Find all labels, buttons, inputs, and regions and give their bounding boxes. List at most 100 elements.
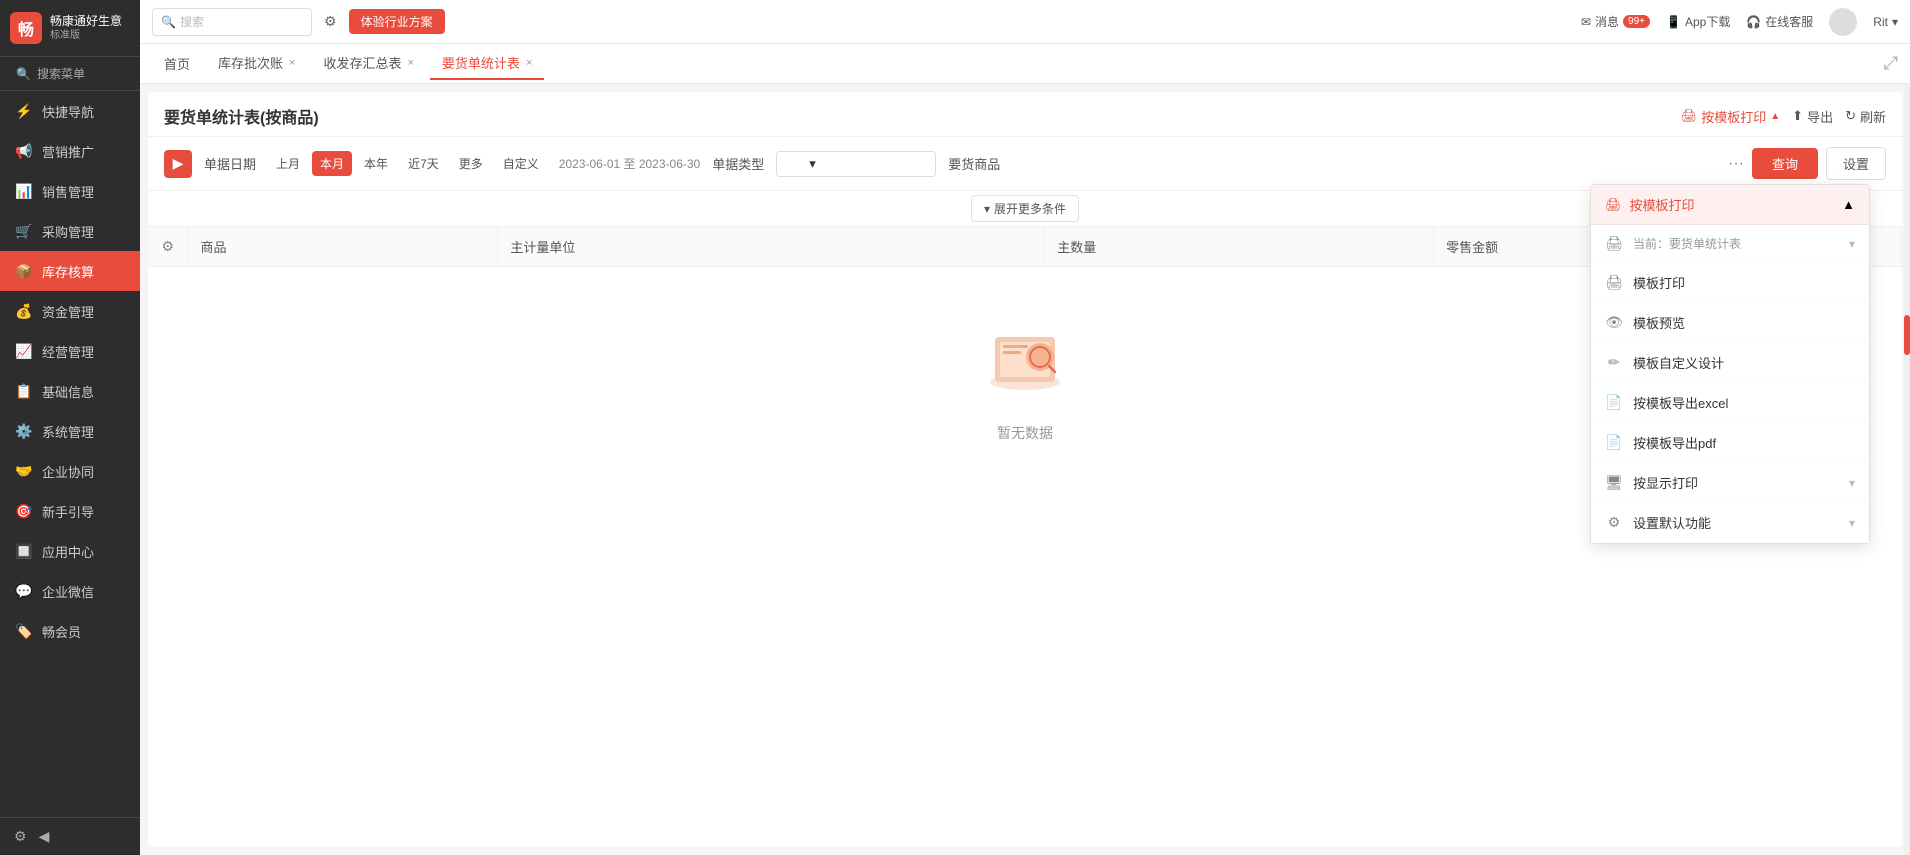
date-btn-this-month[interactable]: 本月 — [312, 151, 352, 176]
more-options-icon[interactable]: ··· — [1728, 155, 1744, 173]
tab-receipt-summary[interactable]: 收发存汇总表 × — [311, 47, 425, 80]
col-quantity: 主数量 — [1045, 227, 1434, 267]
main-content: 🔍 搜索 ⚙ 体验行业方案 ✉ 消息 99+ 📱 App下载 🎧 在线客服 Ri… — [140, 0, 1910, 855]
topbar-actions: ✉ 消息 99+ 📱 App下载 🎧 在线客服 Rit ▾ — [1581, 8, 1898, 36]
logo-icon: 畅 — [10, 12, 42, 44]
dropdown-close-icon[interactable]: ▲ — [1842, 197, 1855, 212]
sidebar-item-enterprise[interactable]: 🤝 企业协同 — [0, 451, 140, 491]
export-button[interactable]: ⬆ 导出 — [1792, 107, 1833, 126]
dropdown-current-template[interactable]: 🖨 当前：要货单统计表 ▾ — [1591, 225, 1869, 263]
footer-collapse-icon[interactable]: ◀ — [39, 828, 50, 845]
order-type-select[interactable]: ▾ — [776, 151, 936, 177]
date-btn-last-month[interactable]: 上月 — [268, 151, 308, 176]
printer-icon: 🖨 — [1681, 108, 1698, 124]
settings-button[interactable]: 设置 — [1826, 147, 1886, 180]
message-button[interactable]: ✉ 消息 99+ — [1581, 13, 1650, 30]
refresh-button[interactable]: ↻ 刷新 — [1845, 107, 1886, 126]
date-btn-more[interactable]: 更多 — [451, 151, 491, 176]
sidebar-item-operations[interactable]: 📈 经营管理 — [0, 331, 140, 371]
tab-expand-icon[interactable]: ⤢ — [1884, 53, 1898, 74]
template-preview-icon: 👁 — [1605, 314, 1623, 331]
print-template-button[interactable]: 🖨 按模板打印 ▲ — [1681, 107, 1780, 126]
tab-batch-account[interactable]: 库存批次账 × — [206, 47, 307, 80]
scrollbar-thumb — [1904, 315, 1910, 355]
page-actions: 🖨 按模板打印 ▲ ⬆ 导出 ↻ 刷新 — [1681, 107, 1886, 126]
sidebar-footer: ⚙ ◀ — [0, 817, 140, 855]
sidebar-item-basic[interactable]: 📋 基础信息 — [0, 371, 140, 411]
date-btn-7days[interactable]: 近7天 — [400, 151, 447, 176]
dropdown-item-template-print[interactable]: 🖨 模板打印 — [1591, 263, 1869, 303]
system-icon: ⚙️ — [14, 421, 34, 441]
topbar-gear-icon[interactable]: ⚙ — [320, 9, 341, 34]
table-settings-icon[interactable]: ⚙ — [161, 238, 174, 254]
sidebar-item-member[interactable]: 🏷️ 畅会员 — [0, 611, 140, 651]
guide-icon: 🎯 — [14, 501, 34, 521]
search-icon: 🔍 — [16, 67, 31, 81]
tab-order-stats[interactable]: 要货单统计表 × — [430, 47, 544, 80]
dropdown-header[interactable]: 🖨 按模板打印 ▲ — [1591, 185, 1869, 225]
sidebar-item-system[interactable]: ⚙️ 系统管理 — [0, 411, 140, 451]
topbar-search-box[interactable]: 🔍 搜索 — [152, 8, 312, 36]
sidebar-item-marketing[interactable]: 📢 营销推广 — [0, 131, 140, 171]
tab-close-receipt-summary[interactable]: × — [407, 57, 413, 69]
sidebar-item-purchase[interactable]: 🛒 采购管理 — [0, 211, 140, 251]
headset-icon: 🎧 — [1746, 15, 1761, 29]
set-default-icon: ⚙ — [1605, 514, 1623, 531]
user-avatar[interactable] — [1829, 8, 1857, 36]
enterprise-icon: 🤝 — [14, 461, 34, 481]
dropdown-item-template-preview[interactable]: 👁 模板预览 — [1591, 303, 1869, 343]
chevron-up-icon: ▲ — [1770, 111, 1780, 122]
order-goods-label: 要货商品 — [948, 154, 1000, 173]
footer-settings-icon[interactable]: ⚙ — [14, 828, 27, 845]
filter-right-actions: ··· 查询 设置 — [1728, 147, 1886, 180]
export-pdf-icon: 📄 — [1605, 434, 1623, 451]
member-icon: 🏷️ — [14, 621, 34, 641]
finance-icon: 💰 — [14, 301, 34, 321]
tab-home[interactable]: 首页 — [152, 48, 202, 79]
filter-bar: ▶ 单据日期 上月 本月 本年 近7天 更多 自定义 2023-06-01 至 … — [148, 137, 1902, 191]
printer-icon-header: 🖨 — [1605, 197, 1622, 213]
date-btn-custom[interactable]: 自定义 — [495, 151, 547, 176]
message-icon: ✉ — [1581, 15, 1591, 29]
main-scrollbar[interactable] — [1904, 84, 1910, 855]
user-name[interactable]: Rit ▾ — [1873, 15, 1898, 29]
page-content: 要货单统计表(按商品) 🖨 按模板打印 ▲ ⬆ 导出 ↻ 刷新 — [140, 84, 1910, 855]
date-options-group: 上月 本月 本年 近7天 更多 自定义 — [268, 151, 547, 176]
trial-button[interactable]: 体验行业方案 — [349, 9, 445, 34]
sidebar-item-guide[interactable]: 🎯 新手引导 — [0, 491, 140, 531]
print-dropdown-panel: 🖨 按模板打印 ▲ 🖨 当前：要货单统计表 ▾ 🖨 模板打印 — [1590, 184, 1870, 544]
col-goods: 商品 — [188, 227, 498, 267]
dropdown-item-export-excel[interactable]: 📄 按模板导出excel — [1591, 383, 1869, 423]
sidebar-item-sales[interactable]: 📊 销售管理 — [0, 171, 140, 211]
sidebar-logo: 畅 畅康通好生意 标准版 — [0, 0, 140, 57]
sidebar-item-wechat[interactable]: 💬 企业微信 — [0, 571, 140, 611]
sidebar-search[interactable]: 🔍 搜索菜单 — [0, 57, 140, 91]
dropdown-item-set-default[interactable]: ⚙ 设置默认功能 ▾ — [1591, 503, 1869, 543]
dropdown-item-display-print[interactable]: 🖥 按显示打印 ▾ — [1591, 463, 1869, 503]
date-btn-this-year[interactable]: 本年 — [356, 151, 396, 176]
online-service-button[interactable]: 🎧 在线客服 — [1746, 13, 1813, 30]
sales-icon: 📊 — [14, 181, 34, 201]
tab-close-order-stats[interactable]: × — [526, 57, 532, 69]
purchase-icon: 🛒 — [14, 221, 34, 241]
template-print-icon: 🖨 — [1605, 274, 1623, 291]
sidebar-nav: ⚡ 快捷导航 📢 营销推广 📊 销售管理 🛒 采购管理 📦 库存核算 💰 资金管… — [0, 91, 140, 817]
tab-close-batch-account[interactable]: × — [289, 57, 295, 69]
topbar: 🔍 搜索 ⚙ 体验行业方案 ✉ 消息 99+ 📱 App下载 🎧 在线客服 Ri… — [140, 0, 1910, 44]
dropdown-arrow-icon: ▾ — [1849, 237, 1855, 251]
appstore-icon: 🔲 — [14, 541, 34, 561]
dropdown-item-export-pdf[interactable]: 📄 按模板导出pdf — [1591, 423, 1869, 463]
sidebar-item-inventory[interactable]: 📦 库存核算 — [0, 251, 140, 291]
sidebar: 畅 畅康通好生意 标准版 🔍 搜索菜单 ⚡ 快捷导航 📢 营销推广 📊 销售管理… — [0, 0, 140, 855]
dropdown-display-print-arrow: ▾ — [1849, 476, 1855, 490]
chevron-down-icon: ▾ — [984, 202, 990, 216]
dropdown-item-template-design[interactable]: ✏ 模板自定义设计 — [1591, 343, 1869, 383]
sidebar-item-finance[interactable]: 💰 资金管理 — [0, 291, 140, 331]
filter-expand-button[interactable]: ▶ — [164, 150, 192, 178]
sidebar-item-shortcut[interactable]: ⚡ 快捷导航 — [0, 91, 140, 131]
template-icon: 🖨 — [1605, 235, 1623, 252]
sidebar-item-appstore[interactable]: 🔲 应用中心 — [0, 531, 140, 571]
expand-more-button[interactable]: ▾ 展开更多条件 — [971, 195, 1079, 222]
query-button[interactable]: 查询 — [1752, 148, 1818, 179]
app-download-button[interactable]: 📱 App下载 — [1666, 13, 1730, 30]
